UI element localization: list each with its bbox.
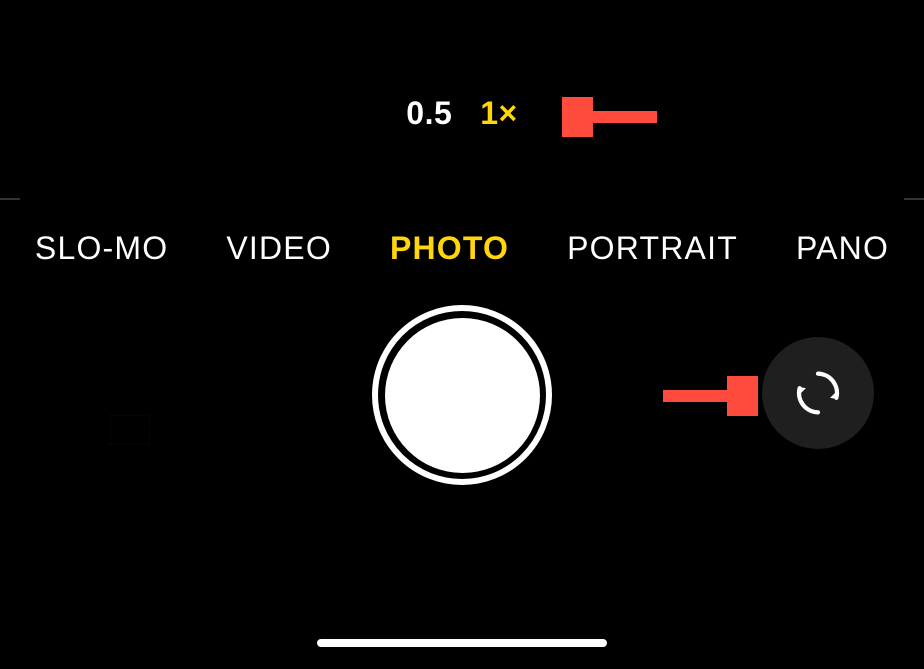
last-photo-thumbnail[interactable] [110,415,150,445]
mode-option-video[interactable]: VIDEO [226,230,332,267]
flip-camera-icon [789,364,847,422]
shutter-button-inner [385,318,540,473]
mode-selector[interactable]: SLO-MO VIDEO PHOTO PORTRAIT PANO [0,230,924,267]
home-indicator[interactable] [317,639,607,647]
shutter-button[interactable] [372,305,552,485]
viewfinder-edge-left [0,152,20,200]
mode-option-slomo[interactable]: SLO-MO [35,230,168,267]
flip-camera-button[interactable] [762,337,874,449]
zoom-option-0-5x[interactable]: 0.5 [406,95,452,132]
mode-option-photo[interactable]: PHOTO [390,230,509,267]
mode-option-pano[interactable]: PANO [796,230,889,267]
zoom-selector: 0.5 1× [0,95,924,132]
mode-option-portrait[interactable]: PORTRAIT [567,230,738,267]
zoom-option-1x[interactable]: 1× [480,95,517,132]
viewfinder-edge-right [904,152,924,200]
zoom-option-1x-label: 1× [480,95,517,131]
